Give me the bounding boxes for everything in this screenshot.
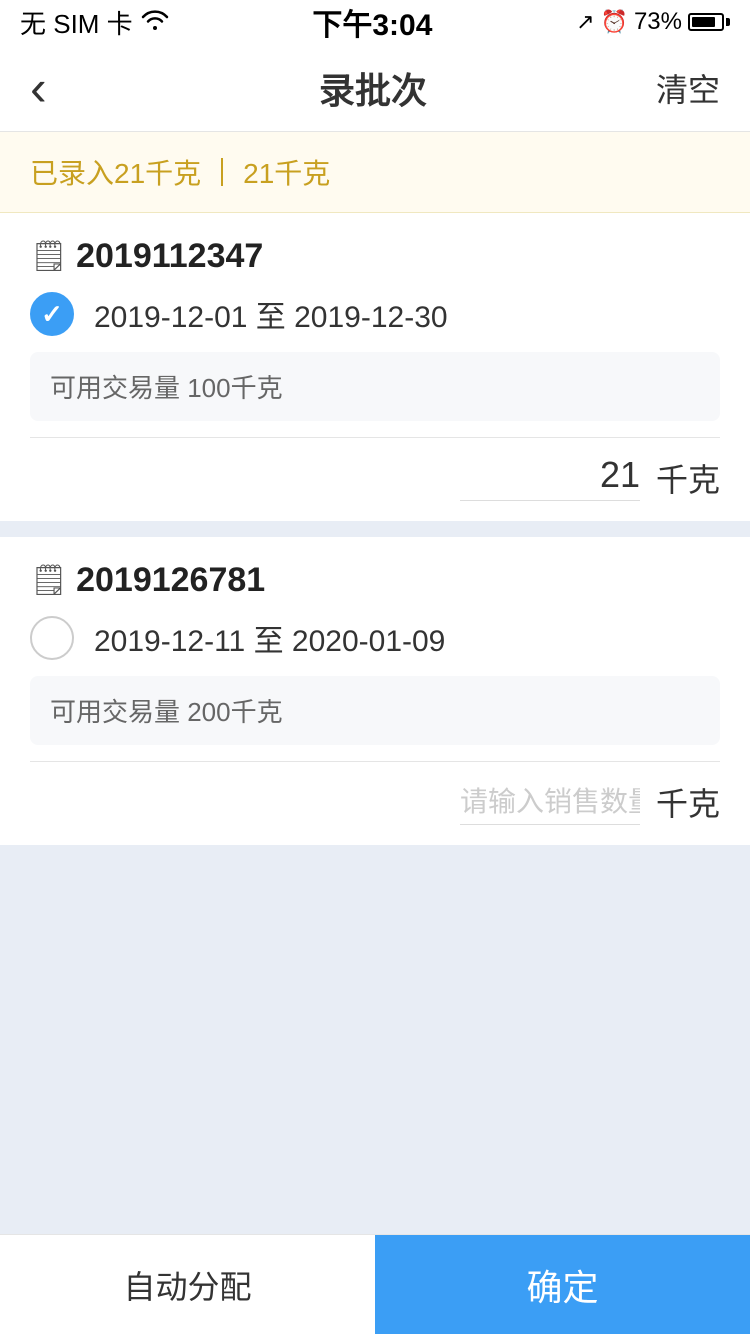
batch2-date-range: 2019-12-11 至 2020-01-09: [94, 616, 445, 660]
status-time: 下午3:04: [312, 0, 432, 44]
battery-percent: 73%: [634, 8, 682, 36]
batch1-select-row[interactable]: 2019-12-01 至 2019-12-30: [0, 284, 750, 344]
page-title: 录批次: [319, 62, 427, 114]
content-area: [0, 845, 750, 1275]
batch2-select-row[interactable]: 2019-12-11 至 2020-01-09: [0, 608, 750, 668]
recorded-amount-value: 21千克: [243, 152, 330, 192]
location-icon: ↗: [576, 9, 594, 35]
batch1-date-range: 2019-12-01 至 2019-12-30: [94, 292, 448, 336]
batch1-quantity-unit: 千克: [656, 455, 720, 501]
bottom-bar: 自动分配 确定: [0, 1234, 750, 1334]
no-sim-text: 无 SIM 卡: [20, 4, 133, 41]
batch1-radio[interactable]: [30, 292, 74, 336]
batch2-quantity-input[interactable]: [460, 778, 640, 825]
batch2-header: 🗒 2019126781: [0, 537, 750, 608]
batch-item-1: 🗒 2019112347 2019-12-01 至 2019-12-30 可用交…: [0, 213, 750, 521]
confirm-button[interactable]: 确定: [375, 1235, 750, 1334]
alarm-icon: ⏰: [601, 9, 628, 35]
batch1-id-icon: 🗒: [30, 239, 68, 274]
battery-icon: [688, 13, 730, 31]
status-right: ↗ ⏰ 73%: [576, 8, 730, 36]
batch1-quantity-row: 千克: [0, 438, 750, 521]
batch2-avail: 可用交易量 200千克: [30, 676, 720, 745]
status-bar: 无 SIM 卡 下午3:04 ↗ ⏰ 73%: [0, 0, 750, 44]
batch2-id-icon: 🗒: [30, 563, 68, 598]
recorded-amount-label: 已录入21千克: [30, 152, 201, 192]
batch1-quantity-input[interactable]: [460, 454, 640, 501]
clear-button[interactable]: 清空: [656, 65, 720, 111]
batch2-radio[interactable]: [30, 616, 74, 660]
batch-item-2: 🗒 2019126781 2019-12-11 至 2020-01-09 可用交…: [0, 537, 750, 845]
info-banner: 已录入21千克 21千克: [0, 132, 750, 213]
nav-bar: ‹ 录批次 清空: [0, 44, 750, 132]
batch1-id-text: 2019112347: [76, 237, 263, 276]
status-left: 无 SIM 卡: [20, 4, 169, 41]
batch1-avail: 可用交易量 100千克: [30, 352, 720, 421]
batch2-id-text: 2019126781: [76, 561, 265, 600]
batch2-quantity-unit: 千克: [656, 779, 720, 825]
gray-separator-1: [0, 521, 750, 537]
batch1-header: 🗒 2019112347: [0, 213, 750, 284]
auto-distribute-button[interactable]: 自动分配: [0, 1235, 375, 1334]
banner-divider: [221, 158, 223, 186]
wifi-icon: [141, 8, 169, 37]
back-button[interactable]: ‹: [30, 63, 90, 113]
batch2-quantity-row: 千克: [0, 762, 750, 845]
